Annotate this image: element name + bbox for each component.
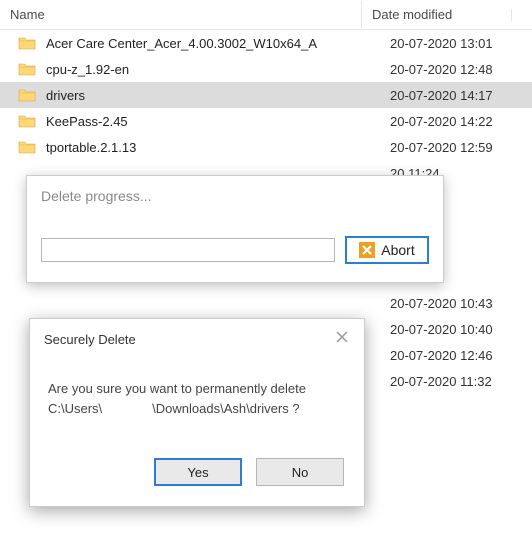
yes-button[interactable]: Yes [154,458,242,486]
abort-label: Abort [381,242,414,258]
table-row[interactable]: KeePass-2.45 20-07-2020 14:22 [0,108,532,134]
file-name: KeePass-2.45 [46,114,128,129]
cell-date: 20-07-2020 11:32 [380,374,530,389]
confirm-title: Securely Delete [44,332,332,347]
cell-name: Acer Care Center_Acer_4.00.3002_W10x64_A [0,36,380,51]
file-name: tportable.2.1.13 [46,140,136,155]
cell-date: 20-07-2020 12:59 [380,140,530,155]
table-row[interactable]: tportable.2.1.13 20-07-2020 12:59 [0,134,532,160]
folder-icon [18,88,36,102]
cell-name: drivers [0,88,380,103]
folder-icon [18,140,36,154]
delete-progress-dialog: Delete progress... Abort [26,175,444,283]
cell-date: 20-07-2020 14:22 [380,114,530,129]
close-icon[interactable] [332,329,352,349]
header-date[interactable]: Date modified [361,1,511,28]
no-button[interactable]: No [256,458,344,486]
confirm-dialog: Securely Delete Are you sure you want to… [29,318,365,507]
redacted-username [102,403,152,416]
folder-icon [18,62,36,76]
dialog-title: Delete progress... [27,176,443,216]
cell-date: 20-07-2020 10:40 [380,322,530,337]
cancel-icon [359,242,375,258]
file-name: cpu-z_1.92-en [46,62,129,77]
table-row[interactable]: 20-07-2020 10:43 [0,290,532,316]
cell-date: 20-07-2020 14:17 [380,88,530,103]
table-row[interactable]: cpu-z_1.92-en 20-07-2020 12:48 [0,56,532,82]
progress-bar [41,238,335,262]
folder-icon [18,36,36,50]
file-name: Acer Care Center_Acer_4.00.3002_W10x64_A [46,36,317,51]
header-name[interactable]: Name [0,1,361,28]
cell-date: 20-07-2020 12:46 [380,348,530,363]
table-row[interactable]: Acer Care Center_Acer_4.00.3002_W10x64_A… [0,30,532,56]
file-name: drivers [46,88,85,103]
table-row[interactable]: drivers 20-07-2020 14:17 [0,82,532,108]
cell-name: KeePass-2.45 [0,114,380,129]
header-divider [511,9,532,21]
confirm-message: Are you sure you want to permanently del… [30,353,364,428]
folder-icon [18,114,36,128]
cell-date: 20-07-2020 10:43 [380,296,530,311]
cell-date: 20-07-2020 13:01 [380,36,530,51]
abort-button[interactable]: Abort [345,236,429,264]
cell-date: 20-07-2020 12:48 [380,62,530,77]
column-headers: Name Date modified [0,0,532,30]
cell-name: cpu-z_1.92-en [0,62,380,77]
cell-name: tportable.2.1.13 [0,140,380,155]
